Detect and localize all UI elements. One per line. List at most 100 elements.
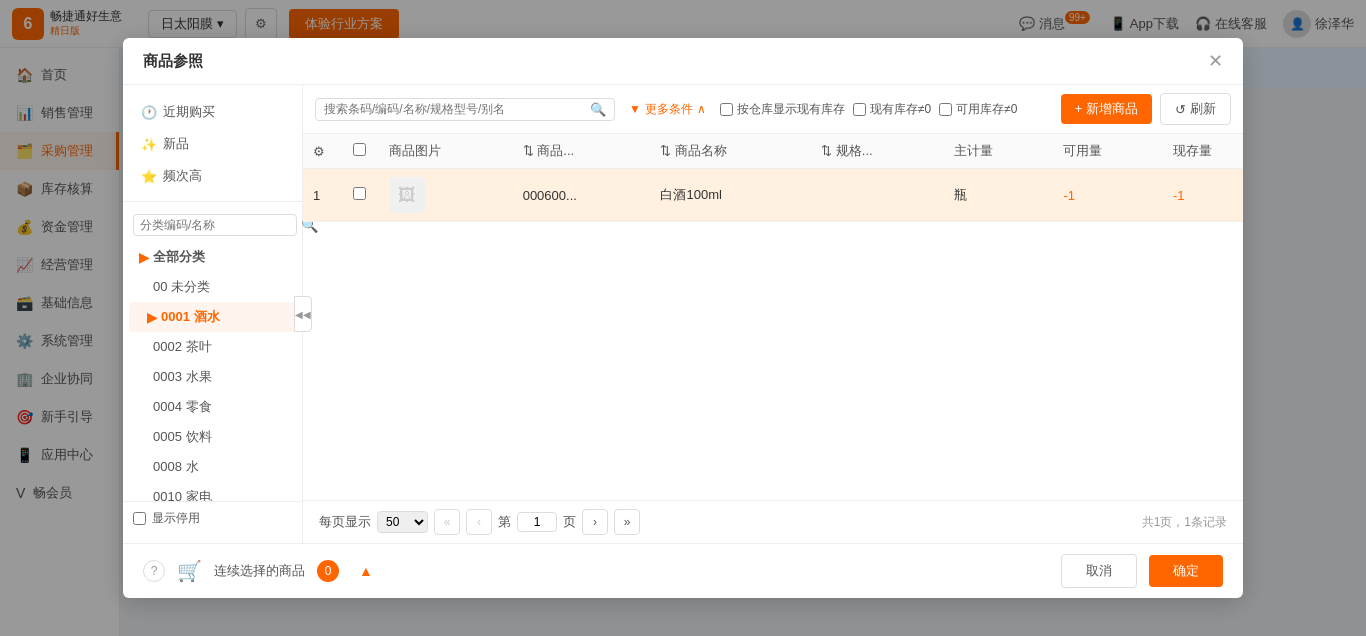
- left-panel-collapse-button[interactable]: ◀◀: [294, 296, 312, 332]
- modal-header: 商品参照 ✕: [123, 38, 1243, 85]
- tree-item-unclassified-label: 00 未分类: [153, 278, 210, 296]
- col-checkbox: [343, 134, 379, 169]
- col-code[interactable]: ⇅ 商品...: [513, 134, 651, 169]
- tree-item-appliance[interactable]: 0010 家电: [129, 482, 296, 501]
- col-unit: 主计量: [944, 134, 1054, 169]
- right-panel: 🔍 ▼ 更多条件 ∧ 按仓库显示现有库存 现有库存≠0: [303, 85, 1243, 543]
- modal-close-button[interactable]: ✕: [1208, 50, 1223, 72]
- tree-item-snack-label: 0004 零食: [153, 398, 212, 416]
- cell-image: 🖼: [379, 169, 513, 222]
- tree-item-unclassified[interactable]: 00 未分类: [129, 272, 296, 302]
- clock-icon: 🕐: [141, 105, 157, 120]
- first-page-button[interactable]: «: [434, 509, 460, 535]
- confirm-button[interactable]: 确定: [1149, 555, 1223, 587]
- by-warehouse-label: 按仓库显示现有库存: [737, 101, 845, 118]
- select-all-checkbox[interactable]: [353, 143, 366, 156]
- show-disabled-label: 显示停用: [152, 510, 200, 527]
- modal-body: 🕐 近期购买 ✨ 新品 ⭐ 频次高 🔍: [123, 85, 1243, 543]
- cell-unit: 瓶: [944, 169, 1054, 222]
- tree-item-fruit[interactable]: 0003 水果: [129, 362, 296, 392]
- next-page-button[interactable]: ›: [582, 509, 608, 535]
- tree-item-snack[interactable]: 0004 零食: [129, 392, 296, 422]
- frequent-items[interactable]: ⭐ 频次高: [131, 161, 294, 191]
- star-icon: ⭐: [141, 169, 157, 184]
- cell-spec: [811, 169, 944, 222]
- total-info: 共1页，1条记录: [1142, 514, 1227, 531]
- search-toolbar: 🔍 ▼ 更多条件 ∧ 按仓库显示现有库存 现有库存≠0: [303, 85, 1243, 134]
- tree-arrow-all: ▶: [139, 250, 149, 265]
- tree-arrow-liquor: ▶: [147, 310, 157, 325]
- cell-checkbox: [343, 169, 379, 222]
- more-filters-button[interactable]: ▼ 更多条件 ∧: [623, 101, 712, 118]
- col-image: 商品图片: [379, 134, 513, 169]
- product-search-bar: 🔍: [315, 98, 615, 121]
- more-filters-label: 更多条件: [645, 101, 693, 118]
- pagination: 每页显示 50 10 20 100 « ‹ 第 页 › » 共1页，1条记录: [303, 500, 1243, 543]
- continuous-select-label: 连续选择的商品: [214, 562, 305, 580]
- filter-chevron-icon: ∧: [697, 102, 706, 116]
- prev-page-button[interactable]: ‹: [466, 509, 492, 535]
- col-available: 可用量: [1053, 134, 1163, 169]
- page-size-label: 每页显示: [319, 513, 371, 531]
- refresh-icon: ↺: [1175, 102, 1186, 117]
- category-search-input[interactable]: [133, 214, 297, 236]
- product-reference-modal: 商品参照 ✕ 🕐 近期购买 ✨ 新品 ⭐ 频次高: [123, 38, 1243, 598]
- tree-item-water-label: 0008 水: [153, 458, 199, 476]
- search-icon[interactable]: 🔍: [590, 102, 606, 117]
- recent-purchases-item[interactable]: 🕐 近期购买: [131, 97, 294, 127]
- cart-count-badge: 0: [317, 560, 339, 582]
- available-stock-checkbox[interactable]: [853, 103, 866, 116]
- by-warehouse-checkbox[interactable]: [720, 103, 733, 116]
- modal-overlay: 商品参照 ✕ 🕐 近期购买 ✨ 新品 ⭐ 频次高: [0, 0, 1366, 636]
- new-products-label: 新品: [163, 135, 189, 153]
- tree-item-water[interactable]: 0008 水: [129, 452, 296, 482]
- product-image: 🖼: [389, 177, 425, 213]
- refresh-label: 刷新: [1190, 100, 1216, 118]
- tree-item-beverage-label: 0005 饮料: [153, 428, 212, 446]
- by-warehouse-checkbox-group: 按仓库显示现有库存: [720, 101, 845, 118]
- tree-item-appliance-label: 0010 家电: [153, 488, 212, 501]
- cancel-button[interactable]: 取消: [1061, 554, 1137, 588]
- usable-stock-label: 可用库存≠0: [956, 101, 1017, 118]
- tree-item-fruit-label: 0003 水果: [153, 368, 212, 386]
- filter-icon: ▼: [629, 102, 641, 116]
- refresh-button[interactable]: ↺ 刷新: [1160, 93, 1231, 125]
- modal-title: 商品参照: [143, 52, 203, 71]
- cell-stock: -1: [1163, 169, 1243, 222]
- tree-item-beverage[interactable]: 0005 饮料: [129, 422, 296, 452]
- col-settings[interactable]: ⚙: [303, 134, 343, 169]
- tree-item-tea-label: 0002 茶叶: [153, 338, 212, 356]
- last-page-button[interactable]: »: [614, 509, 640, 535]
- row-checkbox[interactable]: [353, 187, 366, 200]
- cell-available: -1: [1053, 169, 1163, 222]
- show-disabled-checkbox[interactable]: [133, 512, 146, 525]
- tree-item-liquor[interactable]: ▶ 0001 酒水: [129, 302, 296, 332]
- new-icon: ✨: [141, 137, 157, 152]
- collapse-left-icon: ◀◀: [295, 309, 311, 320]
- tree-item-tea[interactable]: 0002 茶叶: [129, 332, 296, 362]
- help-button[interactable]: ?: [143, 560, 165, 582]
- cell-code: 000600...: [513, 169, 651, 222]
- usable-stock-checkbox[interactable]: [939, 103, 952, 116]
- footer-collapse-button[interactable]: ▲: [359, 563, 373, 579]
- left-panel: 🕐 近期购买 ✨ 新品 ⭐ 频次高 🔍: [123, 85, 303, 543]
- tree-item-all[interactable]: ▶ 全部分类: [129, 242, 296, 272]
- recent-purchases-label: 近期购买: [163, 103, 215, 121]
- col-name[interactable]: ⇅ 商品名称: [650, 134, 811, 169]
- new-products-item[interactable]: ✨ 新品: [131, 129, 294, 159]
- add-product-button[interactable]: + 新增商品: [1061, 94, 1152, 124]
- current-page-input[interactable]: [517, 512, 557, 532]
- tree-item-liquor-label: 0001 酒水: [161, 308, 220, 326]
- cell-num: 1: [303, 169, 343, 222]
- page-size-select[interactable]: 50 10 20 100: [377, 511, 428, 533]
- page-unit: 页: [563, 513, 576, 531]
- table-row[interactable]: 1 🖼 000600... 白酒100ml 瓶 -1 -1: [303, 169, 1243, 222]
- usable-stock-checkbox-group: 可用库存≠0: [939, 101, 1017, 118]
- category-tree: ▶ 全部分类 00 未分类 ▶ 0001 酒水 0002 茶叶 0003 水果: [123, 242, 302, 501]
- col-stock: 现存量: [1163, 134, 1243, 169]
- modal-footer: ? 🛒 连续选择的商品 0 ▲ 取消 确定: [123, 543, 1243, 598]
- page-label: 第: [498, 513, 511, 531]
- col-spec[interactable]: ⇅ 规格...: [811, 134, 944, 169]
- available-stock-label: 现有库存≠0: [870, 101, 931, 118]
- product-search-input[interactable]: [324, 102, 586, 116]
